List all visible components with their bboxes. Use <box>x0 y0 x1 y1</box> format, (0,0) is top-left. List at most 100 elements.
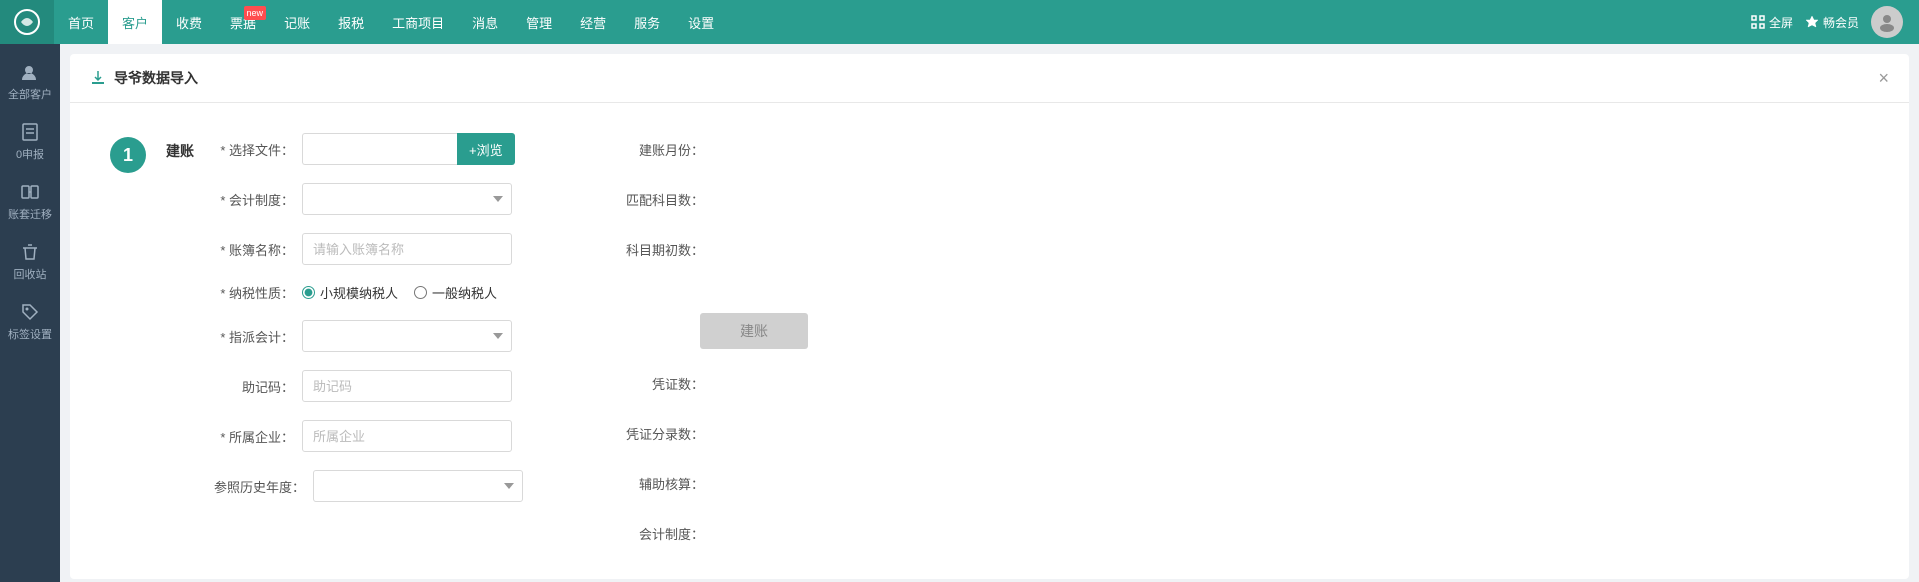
accounting-system-info-row: 会计制度： <box>614 517 894 549</box>
subject-initial-row: 科目期初数： <box>614 233 894 265</box>
import-panel: 导爷数据导入 × 1 建账 * 选择文件： <box>70 54 1909 579</box>
sidebar-item-trash[interactable]: 回收站 <box>0 234 60 290</box>
accounting-system-info-value <box>712 517 862 549</box>
accountant-row: * 指派会计： <box>214 320 554 352</box>
nav-home[interactable]: 首页 <box>54 0 108 44</box>
ledger-name-row: * 账簿名称： <box>214 233 554 265</box>
auxiliary-row: 辅助核算： <box>614 467 894 499</box>
form-right: 建账月份： 匹配科目数： 科目期初数： 建账 凭证 <box>614 133 894 549</box>
auxiliary-value <box>712 467 862 499</box>
nav-messages[interactable]: 消息 <box>458 0 512 44</box>
memo-label: 助记码： <box>214 377 294 396</box>
build-month-value <box>712 133 862 165</box>
memo-row: 助记码： <box>214 370 554 402</box>
sidebar-label-trash: 回收站 <box>14 266 47 282</box>
close-button[interactable]: × <box>1878 69 1889 87</box>
vip-label: 畅会员 <box>1823 14 1859 31</box>
nav-menu: 首页 客户 收费 票据 new 记账 报税 工商项目 消息 管理 经营 服务 设… <box>54 0 1751 44</box>
vip-button[interactable]: 畅会员 <box>1805 14 1859 31</box>
tax-radio-group: 小规模纳税人 一般纳税人 <box>302 283 497 302</box>
tax-general-label: 一般纳税人 <box>432 283 497 302</box>
company-input[interactable] <box>302 420 512 452</box>
tax-small-radio[interactable] <box>302 286 315 299</box>
sidebar-item-declare[interactable]: 0申报 <box>0 114 60 170</box>
ref-year-select[interactable] <box>313 470 523 502</box>
nav-right-area: 全屏 畅会员 <box>1751 6 1919 38</box>
accountant-select[interactable] <box>302 320 512 352</box>
sidebar-label-declare: 0申报 <box>16 146 44 162</box>
tax-general[interactable]: 一般纳税人 <box>414 283 497 302</box>
ref-year-label: 参照历史年度： <box>214 477 305 496</box>
step-badge: 1 <box>110 137 146 173</box>
panel-title-text: 导爷数据导入 <box>114 68 198 88</box>
ledger-name-label: * 账簿名称： <box>214 240 294 259</box>
fullscreen-label: 全屏 <box>1769 14 1793 31</box>
subject-initial-label: 科目期初数： <box>614 240 704 259</box>
accounting-system-label: * 会计制度： <box>214 190 294 209</box>
logo <box>0 0 54 44</box>
panel-header: 导爷数据导入 × <box>70 54 1909 103</box>
tax-type-row: * 纳税性质： 小规模纳税人 一般纳税人 <box>214 283 554 302</box>
voucher-count-label: 凭证数： <box>614 374 704 393</box>
sidebar-label-tags: 标签设置 <box>8 326 52 342</box>
voucher-entries-label: 凭证分录数： <box>614 424 704 443</box>
match-subjects-row: 匹配科目数： <box>614 183 894 215</box>
accounting-system-select[interactable] <box>302 183 512 215</box>
voucher-entries-row: 凭证分录数： <box>614 417 894 449</box>
match-subjects-label: 匹配科目数： <box>614 190 704 209</box>
file-input-group: +浏览 <box>302 133 515 165</box>
tax-small-scale[interactable]: 小规模纳税人 <box>302 283 398 302</box>
nav-services[interactable]: 服务 <box>620 0 674 44</box>
build-month-label: 建账月份： <box>614 140 704 159</box>
form-section: * 选择文件： +浏览 * 会计制度： <box>214 133 554 502</box>
accounting-system-row: * 会计制度： <box>214 183 554 215</box>
tax-general-radio[interactable] <box>414 286 427 299</box>
match-subjects-value <box>712 183 862 215</box>
new-badge: new <box>244 6 267 20</box>
nav-operations[interactable]: 经营 <box>566 0 620 44</box>
build-month-row: 建账月份： <box>614 133 894 165</box>
auxiliary-label: 辅助核算： <box>614 474 704 493</box>
nav-clients[interactable]: 客户 <box>108 0 162 44</box>
avatar[interactable] <box>1871 6 1903 38</box>
main-layout: 全部客户 0申报 账套迁移 回收站 标签设置 导爷数据导入 × <box>0 44 1919 582</box>
browse-button[interactable]: +浏览 <box>457 133 515 165</box>
tax-small-label: 小规模纳税人 <box>320 283 398 302</box>
main-content: 导爷数据导入 × 1 建账 * 选择文件： <box>60 44 1919 582</box>
fullscreen-button[interactable]: 全屏 <box>1751 14 1793 31</box>
file-label: * 选择文件： <box>214 140 294 159</box>
build-label-text: 建账 <box>166 133 194 169</box>
sidebar-item-tags[interactable]: 标签设置 <box>0 294 60 350</box>
company-row: * 所属企业： <box>214 420 554 452</box>
form-left: 1 建账 * 选择文件： +浏览 <box>110 133 554 549</box>
tax-type-label: * 纳税性质： <box>214 283 294 302</box>
subject-initial-value <box>712 233 862 265</box>
nav-manage[interactable]: 管理 <box>512 0 566 44</box>
memo-input[interactable] <box>302 370 512 402</box>
nav-business[interactable]: 工商项目 <box>378 0 458 44</box>
form-body: 1 建账 * 选择文件： +浏览 <box>70 103 1909 579</box>
accounting-system-info-label: 会计制度： <box>614 524 704 543</box>
voucher-count-row: 凭证数： <box>614 367 894 399</box>
company-label: * 所属企业： <box>214 427 294 446</box>
sidebar-item-all-clients[interactable]: 全部客户 <box>0 54 60 110</box>
sidebar-label-migrate: 账套迁移 <box>8 206 52 222</box>
sidebar: 全部客户 0申报 账套迁移 回收站 标签设置 <box>0 44 60 582</box>
build-button: 建账 <box>700 313 808 349</box>
ref-year-row: 参照历史年度： <box>214 470 554 502</box>
file-row: * 选择文件： +浏览 <box>214 133 554 165</box>
nav-settings[interactable]: 设置 <box>674 0 728 44</box>
build-btn-row: 建账 <box>614 303 894 349</box>
nav-fees[interactable]: 收费 <box>162 0 216 44</box>
voucher-entries-value <box>712 417 862 449</box>
file-text-input[interactable] <box>302 133 457 165</box>
nav-tickets[interactable]: 票据 new <box>216 0 270 44</box>
panel-title: 导爷数据导入 <box>90 68 198 88</box>
ledger-name-input[interactable] <box>302 233 512 265</box>
sidebar-item-migrate[interactable]: 账套迁移 <box>0 174 60 230</box>
nav-bookkeeping[interactable]: 记账 <box>270 0 324 44</box>
sidebar-label-all-clients: 全部客户 <box>8 86 52 102</box>
accountant-label: * 指派会计： <box>214 327 294 346</box>
top-navigation: 首页 客户 收费 票据 new 记账 报税 工商项目 消息 管理 经营 服务 设… <box>0 0 1919 44</box>
nav-tax[interactable]: 报税 <box>324 0 378 44</box>
